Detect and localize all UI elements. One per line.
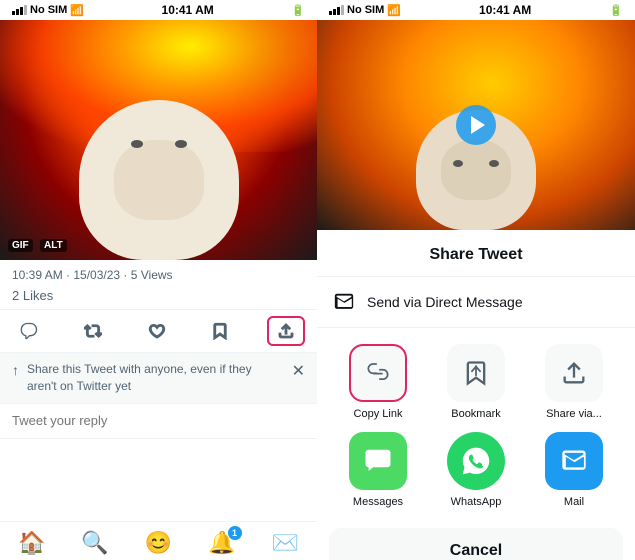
likes-label: Likes (23, 288, 53, 303)
right-eye-left (453, 160, 463, 167)
whatsapp-icon (460, 445, 492, 477)
search-nav[interactable]: 🔍 (81, 530, 108, 556)
whatsapp-circle (447, 432, 505, 490)
mail-label: Mail (564, 496, 584, 508)
signal-icon-right (329, 5, 344, 15)
bookmark-button[interactable] (203, 318, 237, 344)
right-tweet-image (317, 20, 635, 230)
cat-eye-left (131, 140, 143, 148)
signal-icon (12, 5, 27, 15)
share-banner-close[interactable]: ✕ (284, 361, 305, 381)
dm-icon (333, 291, 355, 313)
play-button[interactable] (456, 105, 496, 145)
time-left: 10:41 AM (162, 3, 214, 17)
bookmark-share-icon (462, 359, 490, 387)
messages-item[interactable]: Messages (349, 432, 407, 508)
tweet-meta: 10:39 AM · 15/03/23 · 5 Views (0, 260, 317, 286)
tweet-actions (0, 309, 317, 353)
share-sheet: Share Tweet Send via Direct Message Copy… (317, 230, 635, 560)
no-sim-label: No SIM (30, 4, 67, 16)
battery-left: 🔋 (291, 4, 305, 17)
mail-icon (560, 447, 588, 475)
reply-input[interactable] (12, 413, 305, 428)
alt-badge: ALT (40, 239, 67, 252)
cat-face (114, 140, 204, 220)
status-bar-left: No SIM 📶 10:41 AM 🔋 (0, 0, 317, 20)
status-right-left: No SIM 📶 (329, 4, 401, 17)
retweet-icon (84, 322, 102, 340)
right-eye-right (489, 160, 499, 167)
share-banner-icon: ↑ (12, 362, 19, 378)
dm-row[interactable]: Send via Direct Message (317, 277, 635, 328)
wifi-icon-right: 📶 (387, 4, 401, 17)
comment-icon (20, 322, 38, 340)
bookmark-icon (211, 322, 229, 340)
wifi-icon: 📶 (70, 4, 84, 17)
dm-label: Send via Direct Message (367, 294, 523, 310)
notification-badge: 1 (228, 526, 242, 540)
copy-link-item[interactable]: Copy Link (349, 344, 407, 420)
copy-link-label: Copy Link (354, 408, 403, 420)
time-right: 10:41 AM (479, 3, 531, 17)
share-banner-content: ↑ Share this Tweet with anyone, even if … (12, 361, 284, 395)
share-icons-row-1: Copy Link Bookmark Shar (317, 328, 635, 428)
battery-icon-right: 🔋 (609, 4, 623, 17)
share-via-circle (545, 344, 603, 402)
left-panel: No SIM 📶 10:41 AM 🔋 GIF ALT 10:39 AM · 1… (0, 0, 317, 560)
notifications-nav[interactable]: 🔔 1 (208, 530, 235, 556)
share-banner-text: Share this Tweet with anyone, even if th… (27, 361, 284, 395)
whatsapp-item[interactable]: WhatsApp (447, 432, 505, 508)
bookmark-item[interactable]: Bookmark (447, 344, 505, 420)
whatsapp-label: WhatsApp (451, 496, 502, 508)
share-banner: ↑ Share this Tweet with anyone, even if … (0, 353, 317, 404)
bottom-nav: 🏠 🔍 😊 🔔 1 ✉️ (0, 521, 317, 560)
bookmark-circle (447, 344, 505, 402)
share-icons-row-2: Messages WhatsApp Mail (317, 428, 635, 524)
copy-link-circle (349, 344, 407, 402)
messages-circle (349, 432, 407, 490)
mail-item[interactable]: Mail (545, 432, 603, 508)
messages-label: Messages (353, 496, 403, 508)
messages-icon (363, 446, 393, 476)
gif-badge: GIF (8, 239, 33, 252)
like-button[interactable] (140, 318, 174, 344)
share-via-item[interactable]: Share via... (545, 344, 603, 420)
share-via-label: Share via... (546, 408, 602, 420)
tweet-likes: 2 Likes (0, 286, 317, 309)
battery-right: 🔋 (609, 4, 623, 17)
share-sheet-title: Share Tweet (317, 242, 635, 277)
status-left: No SIM 📶 (12, 4, 84, 17)
reply-input-area (0, 404, 317, 439)
retweet-button[interactable] (76, 318, 110, 344)
battery-icon: 🔋 (291, 4, 305, 17)
comment-button[interactable] (12, 318, 46, 344)
status-bar-right: No SIM 📶 10:41 AM 🔋 (317, 0, 635, 20)
like-icon (148, 322, 166, 340)
share-via-icon (560, 359, 588, 387)
messages-nav[interactable]: ✉️ (272, 530, 299, 556)
cat-eye-right (175, 140, 187, 148)
cancel-button[interactable]: Cancel (329, 528, 623, 560)
likes-count: 2 (12, 288, 19, 303)
mail-circle (545, 432, 603, 490)
right-panel: No SIM 📶 10:41 AM 🔋 Share Tweet Send via… (317, 0, 635, 560)
bookmark-label: Bookmark (451, 408, 501, 420)
cat-bg (0, 20, 317, 260)
tweet-image: GIF ALT (0, 20, 317, 260)
right-cat-face (441, 140, 511, 200)
emoji-nav[interactable]: 😊 (145, 530, 172, 556)
no-sim-right: No SIM (347, 4, 384, 16)
copy-link-icon (364, 359, 392, 387)
home-nav[interactable]: 🏠 (18, 530, 45, 556)
share-icon (277, 322, 295, 340)
share-button[interactable] (267, 316, 305, 346)
